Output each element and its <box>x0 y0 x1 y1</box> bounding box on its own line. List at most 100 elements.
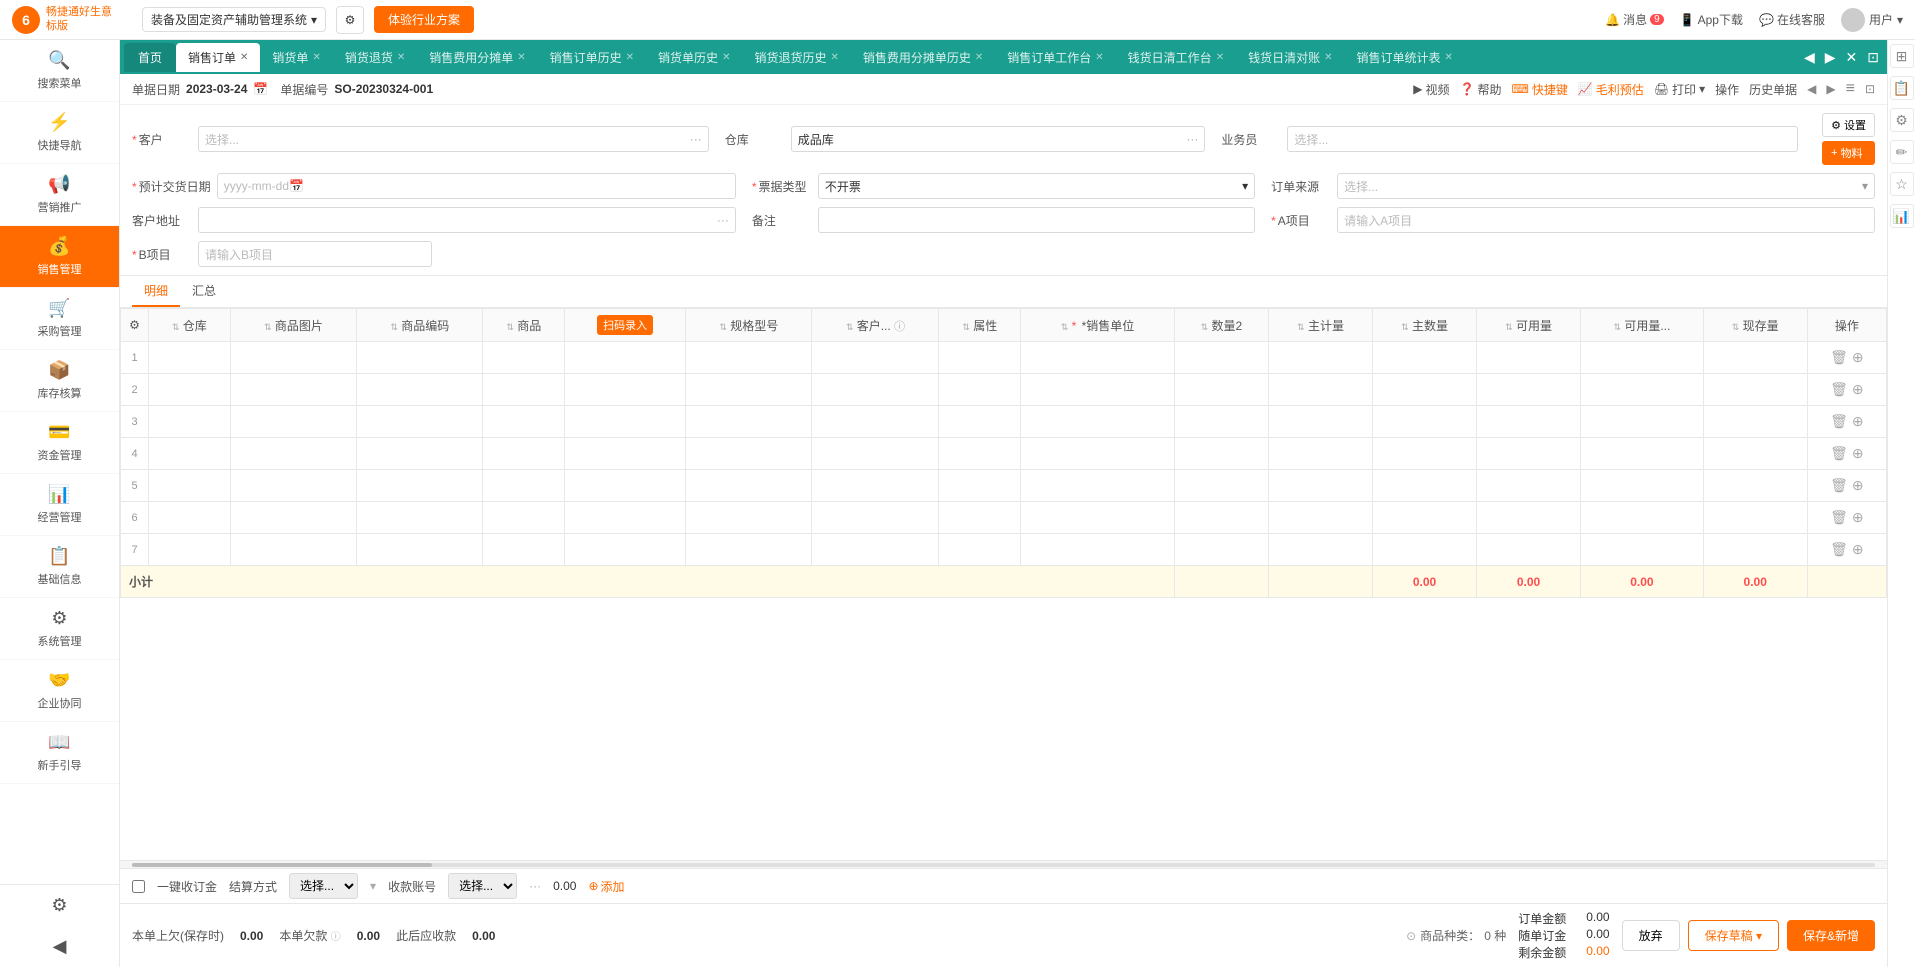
print-btn[interactable]: 🖨 打印 ▾ <box>1654 81 1705 98</box>
delete-icon[interactable]: 🗑 <box>1830 413 1848 430</box>
sidebar-item-base[interactable]: 📋 基础信息 <box>0 536 119 598</box>
scrollbar-thumb[interactable] <box>132 863 432 867</box>
tab-expand-btn[interactable]: ⊡ <box>1863 47 1883 68</box>
right-panel-icon-5[interactable]: ☆ <box>1890 172 1914 196</box>
one-click-checkbox[interactable] <box>132 880 145 893</box>
th-name[interactable]: ⇅ 商品 <box>483 309 565 342</box>
fullscreen-btn[interactable]: ⊡ <box>1865 82 1875 96</box>
copy-icon[interactable]: ⊕ <box>1852 413 1864 430</box>
th-available[interactable]: ⇅ 可用量 <box>1477 309 1581 342</box>
shortcut-btn[interactable]: ⌨ 快捷键 <box>1512 81 1568 98</box>
right-panel-icon-6[interactable]: 📊 <box>1890 204 1914 228</box>
tab-close-icon[interactable]: ✕ <box>517 52 525 63</box>
sidebar-settings[interactable]: ⚙ <box>0 885 119 926</box>
industry-btn[interactable]: 体验行业方案 <box>374 6 474 33</box>
app-download[interactable]: 📱 App下载 <box>1680 11 1743 28</box>
scan-btn[interactable]: 扫码录入 <box>597 315 653 335</box>
add-item-btn[interactable]: + 物料 <box>1822 141 1875 165</box>
tab-order-workbench[interactable]: 销售订单工作台 ✕ <box>995 43 1115 72</box>
tab-close-icon[interactable]: ✕ <box>830 52 838 63</box>
discard-btn[interactable]: 放弃 <box>1622 920 1680 951</box>
th-main-qty[interactable]: ⇅ 主数量 <box>1373 309 1477 342</box>
right-panel-icon-2[interactable]: 📋 <box>1890 76 1914 100</box>
tab-detail[interactable]: 明细 <box>132 276 180 307</box>
copy-icon[interactable]: ⊕ <box>1852 381 1864 398</box>
delete-icon[interactable]: 🗑 <box>1830 541 1848 558</box>
copy-icon[interactable]: ⊕ <box>1852 445 1864 462</box>
th-current[interactable]: ⇅ 现存量 <box>1703 309 1807 342</box>
staff-input[interactable]: 选择... <box>1287 126 1798 152</box>
tab-close-icon[interactable]: ✕ <box>975 52 983 63</box>
th-scan[interactable]: 扫码录入 <box>565 309 686 342</box>
tab-next-btn[interactable]: ▶ <box>1821 47 1840 68</box>
th-customer-code[interactable]: ⇅ 客户... ⓘ <box>812 309 939 342</box>
user-area[interactable]: 用户 ▾ <box>1841 8 1903 32</box>
th-unit[interactable]: ⇅ * *销售单位 <box>1021 309 1175 342</box>
sidebar-item-finance[interactable]: 💳 资金管理 <box>0 412 119 474</box>
tab-close-icon[interactable]: ✕ <box>1324 52 1332 63</box>
history-btn[interactable]: 历史单据 <box>1749 81 1797 98</box>
th-image[interactable]: ⇅ 商品图片 <box>230 309 356 342</box>
add-checkout-btn[interactable]: ⊕ 添加 <box>588 878 624 895</box>
tab-close-all-btn[interactable]: ✕ <box>1842 47 1862 68</box>
copy-icon[interactable]: ⊕ <box>1852 477 1864 494</box>
sidebar-item-marketing[interactable]: 📢 营销推广 <box>0 164 119 226</box>
th-code[interactable]: ⇅ 商品编码 <box>357 309 483 342</box>
tab-fee-history[interactable]: 销售费用分摊单历史 ✕ <box>851 43 995 72</box>
system-selector[interactable]: 装备及固定资产辅助管理系统 ▾ <box>142 7 326 32</box>
address-input[interactable]: ··· <box>198 207 736 233</box>
tab-sales-slip[interactable]: 销货单 ✕ <box>260 43 332 72</box>
nav-next-btn[interactable]: ▶ <box>1826 82 1835 96</box>
order-source-input[interactable]: 选择... ▾ <box>1337 173 1875 199</box>
th-qty2[interactable]: ⇅ 数量2 <box>1174 309 1268 342</box>
sidebar-item-inventory[interactable]: 📦 库存核算 <box>0 350 119 412</box>
settings-icon-btn[interactable]: ⚙ <box>336 6 364 34</box>
delivery-input[interactable]: yyyy-mm-dd 📅 <box>217 173 736 199</box>
delete-icon[interactable]: 🗑 <box>1830 381 1848 398</box>
copy-icon[interactable]: ⊕ <box>1852 541 1864 558</box>
tab-sales-return[interactable]: 销货退货 ✕ <box>333 43 417 72</box>
tab-return-history[interactable]: 销货退货历史 ✕ <box>742 43 850 72</box>
operation-btn[interactable]: 操作 <box>1715 81 1739 98</box>
sidebar-item-system[interactable]: ⚙ 系统管理 <box>0 598 119 660</box>
copy-icon[interactable]: ⊕ <box>1852 509 1864 526</box>
tab-sales-order[interactable]: 销售订单 ✕ <box>176 43 260 72</box>
th-warehouse[interactable]: ⇅ 仓库 <box>149 309 231 342</box>
tab-close-icon[interactable]: ✕ <box>1216 52 1224 63</box>
right-panel-icon-4[interactable]: ✏ <box>1890 140 1914 164</box>
th-attr[interactable]: ⇅ 属性 <box>939 309 1021 342</box>
th-available2[interactable]: ⇅ 可用量... <box>1581 309 1704 342</box>
customer-input[interactable]: 选择... ··· <box>198 126 709 152</box>
horizontal-scrollbar[interactable] <box>120 860 1887 868</box>
tab-close-icon[interactable]: ✕ <box>1095 52 1103 63</box>
online-service[interactable]: 💬 在线客服 <box>1759 11 1825 28</box>
delete-icon[interactable]: 🗑 <box>1830 477 1848 494</box>
tab-close-icon[interactable]: ✕ <box>312 52 320 63</box>
delete-icon[interactable]: 🗑 <box>1830 509 1848 526</box>
th-spec[interactable]: ⇅ 规格型号 <box>686 309 812 342</box>
view-btn[interactable]: ▶ 视频 <box>1413 81 1449 98</box>
copy-icon[interactable]: ⊕ <box>1852 349 1864 366</box>
tab-daily-reconcile[interactable]: 钱货日清对账 ✕ <box>1236 43 1344 72</box>
right-panel-icon-3[interactable]: ⚙ <box>1890 108 1914 132</box>
tab-close-icon[interactable]: ✕ <box>626 52 634 63</box>
a-project-input[interactable]: 请输入A项目 <box>1337 207 1875 233</box>
tab-close-icon[interactable]: ✕ <box>722 52 730 63</box>
tab-prev-btn[interactable]: ◀ <box>1800 47 1819 68</box>
sidebar-item-sales[interactable]: 💰 销售管理 <box>0 226 119 288</box>
b-project-input[interactable]: 请输入B项目 <box>198 241 432 267</box>
sidebar-item-guide[interactable]: 📖 新手引导 <box>0 722 119 784</box>
grid-view-btn[interactable]: ≡ <box>1846 80 1855 98</box>
account-select[interactable]: 选择... <box>448 873 517 899</box>
tab-close-icon[interactable]: ✕ <box>397 52 405 63</box>
profit-btn[interactable]: 📈 毛利预估 <box>1578 81 1644 98</box>
help-btn[interactable]: ❓ 帮助 <box>1460 81 1502 98</box>
tab-slip-history[interactable]: 销货单历史 ✕ <box>646 43 742 72</box>
delete-icon[interactable]: 🗑 <box>1830 349 1848 366</box>
sidebar-item-purchase[interactable]: 🛒 采购管理 <box>0 288 119 350</box>
th-main-unit[interactable]: ⇅ 主计量 <box>1268 309 1372 342</box>
tab-home[interactable]: 首页 <box>124 43 176 72</box>
settings-btn[interactable]: ⚙ 设置 <box>1822 113 1875 137</box>
nav-prev-btn[interactable]: ◀ <box>1807 82 1816 96</box>
tab-close-icon[interactable]: ✕ <box>240 52 248 63</box>
